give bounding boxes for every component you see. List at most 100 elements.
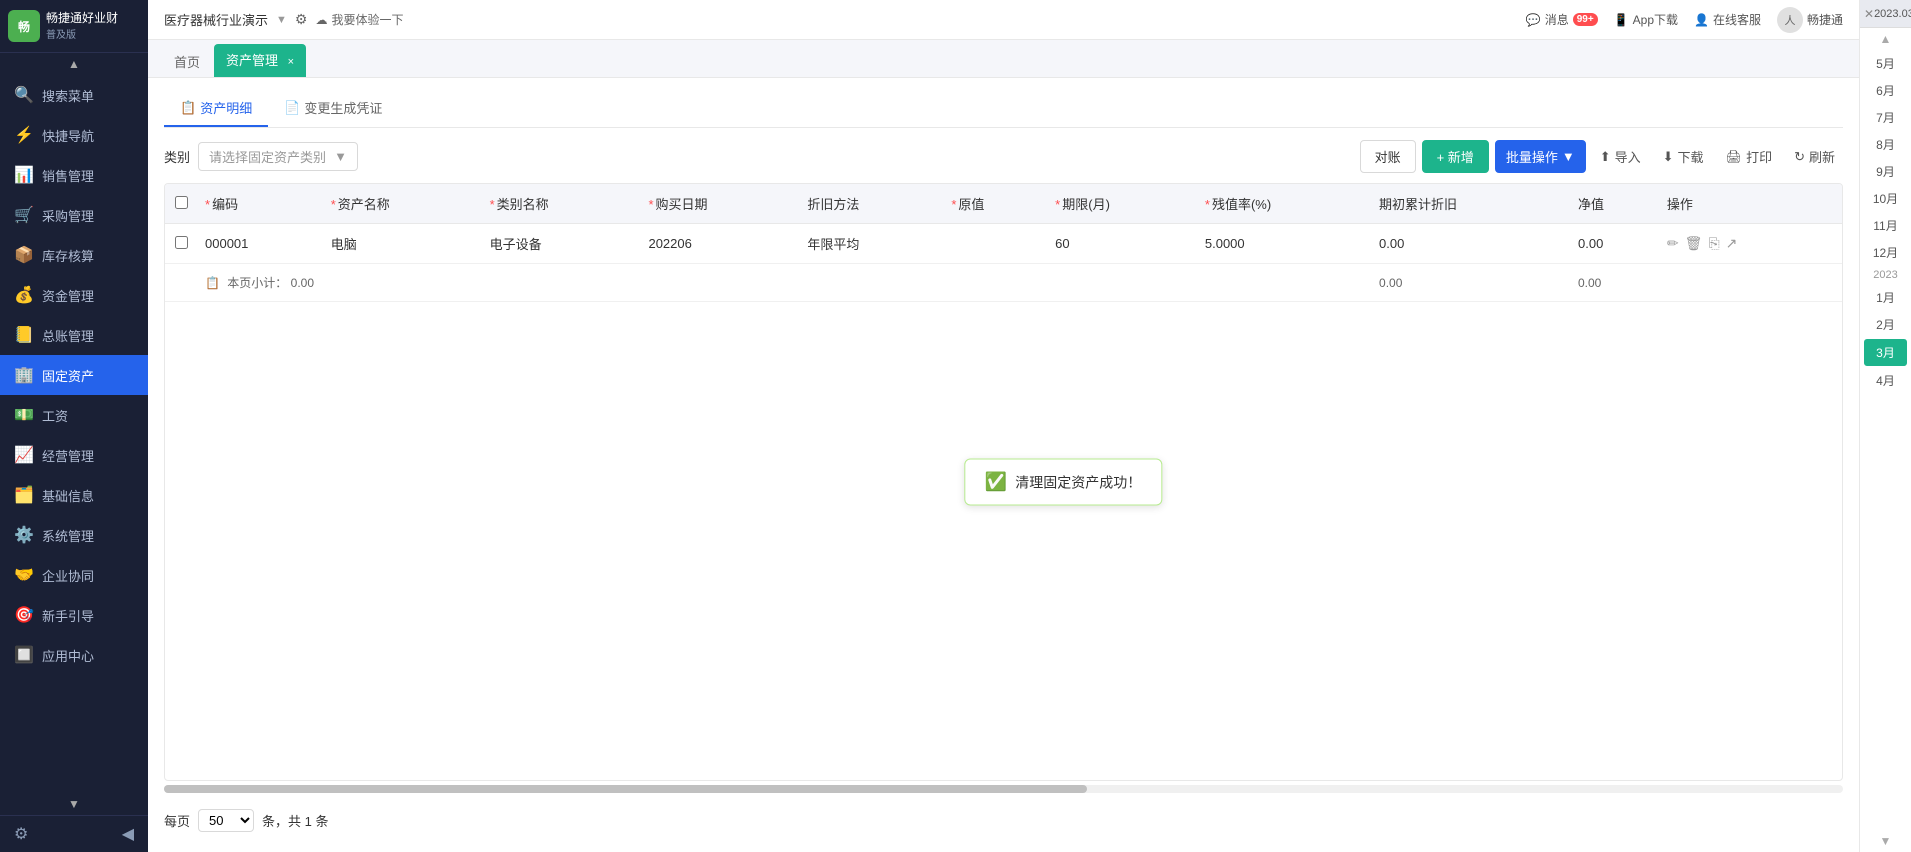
calendar-scroll-down[interactable]: ▼ — [1860, 830, 1911, 852]
experience-btn[interactable]: ☁ 我要体验一下 — [315, 11, 403, 28]
sidebar: 畅 畅捷通好业财 普及版 ▲ 🔍 搜索菜单 ⚡ 快捷导航 📊 销售管理 🛒 采购… — [0, 0, 148, 852]
calendar-month-3-current[interactable]: 3月 — [1864, 339, 1907, 366]
calendar-month-6[interactable]: 6月 — [1860, 77, 1911, 104]
right-panel-close-icon[interactable]: ✕ — [1864, 7, 1874, 21]
download-btn[interactable]: ⬇ 下载 — [1655, 142, 1712, 171]
header-actions: 操作 — [1659, 184, 1842, 224]
sidebar-item-经营管理[interactable]: 📈 经营管理 — [0, 435, 148, 475]
calendar-month-1[interactable]: 1月 — [1860, 284, 1911, 311]
refresh-label: 刷新 — [1809, 147, 1835, 166]
calendar-month-7[interactable]: 7月 — [1860, 104, 1911, 131]
total-label: 条，共 1 条 — [262, 811, 328, 830]
header-net-value: 净值 — [1570, 184, 1659, 224]
app-download-btn[interactable]: 📱 App下载 — [1614, 11, 1678, 28]
header-checkbox[interactable] — [165, 184, 197, 224]
sidebar-item-工资[interactable]: 💵 工资 — [0, 395, 148, 435]
sidebar-item-基础信息[interactable]: 🗂️ 基础信息 — [0, 475, 148, 515]
sub-tab-asset-detail[interactable]: 📋 资产明细 — [164, 90, 268, 127]
sidebar-scroll-down[interactable]: ▼ — [0, 793, 148, 815]
cell-period: 60 — [1047, 224, 1197, 264]
user-info[interactable]: 人 畅捷通 — [1777, 7, 1843, 33]
scrollbar-thumb[interactable] — [164, 785, 1087, 793]
more-icon[interactable]: ↗ — [1726, 235, 1738, 252]
sidebar-item-库存核算[interactable]: 📦 库存核算 — [0, 235, 148, 275]
cell-acc-depreciation: 0.00 — [1371, 224, 1570, 264]
tabbar: 首页 资产管理 × — [148, 40, 1859, 78]
collapse-icon[interactable]: ◀ — [122, 824, 134, 844]
edit-icon[interactable]: ✏ — [1667, 235, 1679, 252]
sidebar-item-销售管理[interactable]: 📊 销售管理 — [0, 155, 148, 195]
category-filter[interactable]: 请选择固定资产类别 ▼ — [198, 142, 358, 171]
tab-asset-management[interactable]: 资产管理 × — [214, 44, 306, 77]
calendar-month-11[interactable]: 11月 — [1860, 212, 1911, 239]
sidebar-label-2: 销售管理 — [42, 166, 94, 185]
row-checkbox[interactable] — [165, 224, 197, 264]
batch-btn[interactable]: 批量操作 ▼ — [1495, 140, 1586, 173]
new-btn[interactable]: + 新增 — [1422, 140, 1489, 173]
sidebar-item-资金管理[interactable]: 💰 资金管理 — [0, 275, 148, 315]
reconcile-btn[interactable]: 对账 — [1360, 140, 1416, 173]
tab-home[interactable]: 首页 — [164, 46, 210, 77]
print-btn[interactable]: 🖨 打印 — [1718, 142, 1781, 171]
calendar-scroll-up[interactable]: ▲ — [1860, 28, 1911, 50]
calendar-month-10[interactable]: 10月 — [1860, 185, 1911, 212]
sidebar-item-应用中心[interactable]: 🔲 应用中心 — [0, 635, 148, 675]
sidebar-label-10: 基础信息 — [42, 486, 94, 505]
sidebar-menu: 🔍 搜索菜单 ⚡ 快捷导航 📊 销售管理 🛒 采购管理 📦 库存核算 💰 资金管… — [0, 75, 148, 793]
message-badge: 99+ — [1573, 13, 1598, 26]
subtotal-empty3 — [1197, 264, 1371, 302]
sub-tabs: 📋 资产明细 📄 变更生成凭证 — [164, 90, 1843, 128]
asset-table: *编码 *资产名称 *类别名称 *购买日期 折旧方法 *原值 *期限(月) *残… — [164, 183, 1843, 781]
experience-label: 我要体验一下 — [331, 11, 403, 28]
header-residual-rate: *残值率(%) — [1197, 184, 1371, 224]
sidebar-item-系统管理[interactable]: ⚙️ 系统管理 — [0, 515, 148, 555]
sidebar-item-搜索菜单[interactable]: 🔍 搜索菜单 — [0, 75, 148, 115]
sidebar-icon-9: 📈 — [14, 445, 34, 465]
sub-tab-voucher[interactable]: 📄 变更生成凭证 — [268, 90, 398, 127]
sidebar-icon-3: 🛒 — [14, 205, 34, 225]
calendar-month-4[interactable]: 4月 — [1860, 367, 1911, 394]
tab-close-icon[interactable]: × — [288, 56, 294, 68]
cell-purchase-date: 202206 — [640, 224, 799, 264]
sidebar-scroll-up[interactable]: ▲ — [0, 53, 148, 75]
sidebar-label-1: 快捷导航 — [42, 126, 94, 145]
calendar-month-12[interactable]: 12月 — [1860, 239, 1911, 266]
page-content: 📋 资产明细 📄 变更生成凭证 类别 请选择固定资产类别 ▼ 对账 + 新增 — [148, 78, 1859, 852]
dropdown-arrow-icon[interactable]: ▼ — [276, 14, 287, 26]
subtotal-icon: 📋 — [205, 276, 220, 290]
per-page-select[interactable]: 50 100 200 — [198, 809, 254, 832]
sidebar-label-14: 应用中心 — [42, 646, 94, 665]
sidebar-icon-10: 🗂️ — [14, 485, 34, 505]
settings-icon[interactable]: ⚙ — [295, 11, 308, 28]
header-original-value: *原值 — [943, 184, 1047, 224]
app-title-group: 畅捷通好业财 普及版 — [46, 11, 118, 42]
row-select-checkbox[interactable] — [175, 236, 188, 249]
sidebar-item-总账管理[interactable]: 📒 总账管理 — [0, 315, 148, 355]
sidebar-item-新手引导[interactable]: 🎯 新手引导 — [0, 595, 148, 635]
message-btn[interactable]: 💬 消息 99+ — [1526, 11, 1598, 28]
calendar-month-8[interactable]: 8月 — [1860, 131, 1911, 158]
header-code: *编码 — [197, 184, 323, 224]
import-btn[interactable]: ⬆ 导入 — [1592, 142, 1649, 171]
cell-depreciation-method: 年限平均 — [799, 224, 943, 264]
select-all-checkbox[interactable] — [175, 196, 188, 209]
app-logo: 畅 — [8, 10, 40, 42]
sidebar-item-快捷导航[interactable]: ⚡ 快捷导航 — [0, 115, 148, 155]
settings-icon[interactable]: ⚙ — [14, 824, 28, 844]
company-name: 医疗器械行业演示 — [164, 10, 268, 29]
cell-name: 电脑 — [323, 224, 482, 264]
sidebar-item-企业协同[interactable]: 🤝 企业协同 — [0, 555, 148, 595]
calendar-month-2[interactable]: 2月 — [1860, 311, 1911, 338]
calendar-month-5[interactable]: 5月 — [1860, 50, 1911, 77]
delete-icon[interactable]: 🗑 — [1685, 235, 1703, 252]
refresh-btn[interactable]: ↻ 刷新 — [1786, 142, 1843, 171]
refresh-icon: ↻ — [1794, 149, 1805, 165]
online-service-btn[interactable]: 👤 在线客服 — [1694, 11, 1761, 28]
sidebar-item-采购管理[interactable]: 🛒 采购管理 — [0, 195, 148, 235]
calendar-month-9[interactable]: 9月 — [1860, 158, 1911, 185]
copy-icon[interactable]: ⎘ — [1708, 235, 1719, 252]
sidebar-icon-0: 🔍 — [14, 85, 34, 105]
toast-success: ✅ 清理固定资产成功！ — [964, 459, 1162, 506]
horizontal-scrollbar[interactable] — [164, 785, 1843, 793]
sidebar-item-固定资产[interactable]: 🏢 固定资产 — [0, 355, 148, 395]
